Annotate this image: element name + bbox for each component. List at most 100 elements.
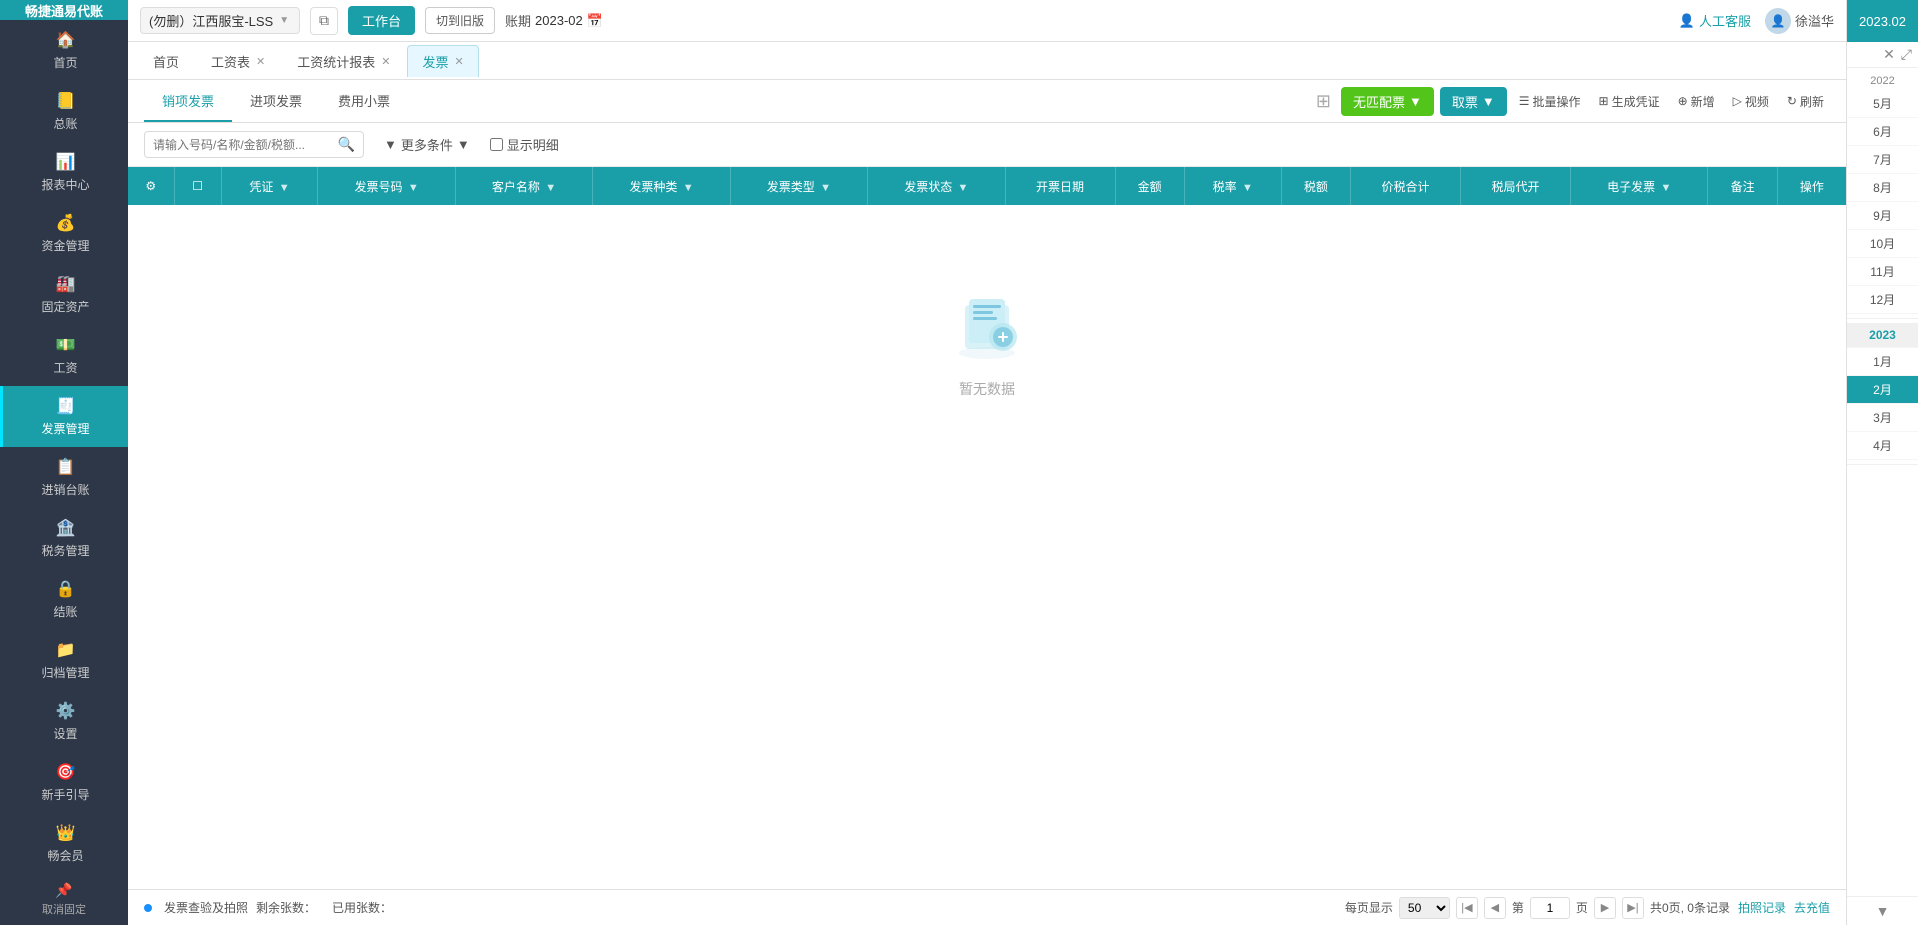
- reports-icon: 📊: [56, 152, 76, 172]
- workspace-button[interactable]: 工作台: [348, 6, 415, 35]
- photo-record-link[interactable]: 拍照记录: [1738, 899, 1786, 916]
- col-remark: 备注: [1708, 167, 1777, 205]
- close-tab-payroll-stats[interactable]: ✕: [381, 55, 390, 68]
- sidebar-item-payroll[interactable]: 💵 工资: [0, 325, 128, 386]
- col-invoice-no-filter[interactable]: ▼: [408, 182, 419, 194]
- month-2022-11[interactable]: 11月: [1847, 258, 1918, 286]
- first-page-button[interactable]: |◀: [1456, 897, 1478, 919]
- sub-tabs-toolbar-row: 销项发票 进项发票 费用小票 ⊞ 无匹配票 ▼ 取票 ▼ ☰ 批量操作: [128, 80, 1846, 123]
- calendar-icon: 📅: [587, 13, 603, 29]
- sidebar-item-settings[interactable]: ⚙️ 设置: [0, 691, 128, 752]
- sidebar-item-sales[interactable]: 📋 进销台账: [0, 447, 128, 508]
- month-2022-05[interactable]: 5月: [1847, 90, 1918, 118]
- prev-page-button[interactable]: ◀: [1484, 897, 1506, 919]
- maximize-panel-icon[interactable]: ⤢: [1901, 46, 1912, 63]
- user-profile[interactable]: 👤 徐溢华: [1765, 8, 1834, 34]
- copy-button[interactable]: ⧉: [310, 7, 338, 35]
- tab-payroll-stats[interactable]: 工资统计报表 ✕: [282, 45, 405, 77]
- col-tax-rate-filter[interactable]: ▼: [1242, 182, 1253, 194]
- page-size-select[interactable]: 50 10 20 100: [1399, 897, 1450, 919]
- sidebar-item-funds[interactable]: 💰 资金管理: [0, 203, 128, 264]
- col-voucher-filter[interactable]: ▼: [279, 182, 290, 194]
- close-tab-payroll[interactable]: ✕: [256, 55, 265, 68]
- recharge-link[interactable]: 去充值: [1794, 899, 1830, 916]
- sidebar-item-invoice[interactable]: 🧾 发票管理: [0, 386, 128, 447]
- date-panel-scroll-down[interactable]: ▼: [1847, 896, 1918, 925]
- app-logo: 畅捷通易代账: [0, 0, 128, 20]
- tab-payroll[interactable]: 工资表 ✕: [196, 45, 280, 77]
- refresh-button[interactable]: ↻ 刷新: [1781, 89, 1830, 114]
- gen-voucher-icon: ⊞: [1599, 94, 1609, 108]
- sidebar-item-home[interactable]: 🏠 首页: [0, 20, 128, 81]
- sidebar-item-ledger[interactable]: 📒 总账: [0, 81, 128, 142]
- assets-icon: 🏭: [56, 274, 76, 294]
- month-2022-06[interactable]: 6月: [1847, 118, 1918, 146]
- last-page-button[interactable]: ▶|: [1622, 897, 1644, 919]
- col-invoice-type-filter[interactable]: ▼: [683, 182, 694, 194]
- col-issue-date: 开票日期: [1005, 167, 1115, 205]
- close-panel-icon[interactable]: ✕: [1883, 46, 1895, 63]
- service-button[interactable]: 👤 人工客服: [1679, 11, 1751, 30]
- gen-voucher-button[interactable]: ⊞ 生成凭证: [1593, 89, 1666, 114]
- col-tax-bureau: 税局代开: [1461, 167, 1571, 205]
- year-2022-block: 2022 5月 6月 7月 8月 9月 10月 11月 12月: [1847, 68, 1918, 319]
- col-invoice-status-filter[interactable]: ▼: [958, 182, 969, 194]
- col-checkbox[interactable]: ☐: [174, 167, 221, 205]
- pin-button[interactable]: 📌 取消固定: [42, 882, 86, 917]
- sidebar-item-archive[interactable]: 📁 归档管理: [0, 630, 128, 691]
- no-match-button[interactable]: 无匹配票 ▼: [1341, 87, 1434, 116]
- sidebar-item-closing[interactable]: 🔒 结账: [0, 569, 128, 630]
- video-icon: ▷: [1733, 94, 1742, 108]
- month-2022-09[interactable]: 9月: [1847, 202, 1918, 230]
- grid-view-icon[interactable]: ⊞: [1316, 91, 1331, 112]
- company-selector[interactable]: (勿删）江西服宝-LSS ▼: [140, 7, 300, 34]
- month-2023-02[interactable]: 2月: [1847, 376, 1918, 404]
- more-filter-button[interactable]: ▼ 更多条件 ▼: [376, 131, 478, 158]
- col-operation: 操作: [1777, 167, 1846, 205]
- ledger-icon: 📒: [56, 91, 76, 111]
- month-2022-08[interactable]: 8月: [1847, 174, 1918, 202]
- take-ticket-button[interactable]: 取票 ▼: [1440, 87, 1507, 116]
- col-tax-amount: 税额: [1281, 167, 1350, 205]
- sidebar-item-guide[interactable]: 🎯 新手引导: [0, 752, 128, 813]
- close-tab-invoice[interactable]: ✕: [455, 55, 464, 68]
- year-2023-block: 2023 1月 2月 3月 4月: [1847, 319, 1918, 465]
- search-input[interactable]: [153, 138, 332, 152]
- month-2023-04[interactable]: 4月: [1847, 432, 1918, 460]
- video-button[interactable]: ▷ 视频: [1727, 89, 1775, 114]
- col-settings[interactable]: ⚙: [128, 167, 174, 205]
- show-detail-checkbox-input[interactable]: [490, 138, 503, 151]
- new-button[interactable]: ⊕ 新增: [1672, 89, 1721, 114]
- tab-invoice[interactable]: 发票 ✕: [407, 45, 478, 77]
- sidebar-item-reports[interactable]: 📊 报表中心: [0, 142, 128, 203]
- bottom-left: 发票查验及拍照 剩余张数： 已用张数：: [144, 899, 400, 916]
- sidebar-item-member[interactable]: 👑 畅会员: [0, 813, 128, 874]
- sub-tab-purchase-invoice[interactable]: 进项发票: [232, 81, 320, 122]
- page-number-input[interactable]: [1530, 897, 1570, 919]
- col-amount: 金额: [1115, 167, 1184, 205]
- filter-row: 🔍 ▼ 更多条件 ▼ 显示明细: [128, 123, 1846, 167]
- table-container: ⚙ ☐ 凭证 ▼ 发票号码 ▼ 客户名称 ▼ 发票种类 ▼ 发票类型 ▼ 发票状…: [128, 167, 1846, 889]
- refresh-icon: ↻: [1787, 94, 1797, 108]
- sidebar-item-tax[interactable]: 🏦 税务管理: [0, 508, 128, 569]
- month-2022-07[interactable]: 7月: [1847, 146, 1918, 174]
- col-customer-filter[interactable]: ▼: [545, 182, 556, 194]
- month-2023-03[interactable]: 3月: [1847, 404, 1918, 432]
- next-page-button[interactable]: ▶: [1594, 897, 1616, 919]
- search-icon[interactable]: 🔍: [338, 136, 355, 153]
- batch-ops-button[interactable]: ☰ 批量操作: [1513, 89, 1587, 114]
- sub-tab-expense-receipt[interactable]: 费用小票: [320, 81, 408, 122]
- main-content: (勿删）江西服宝-LSS ▼ ⧉ 工作台 切到旧版 账期 2023-02 📅 👤…: [128, 0, 1846, 925]
- month-2023-01[interactable]: 1月: [1847, 348, 1918, 376]
- bottom-right: 每页显示 50 10 20 100 |◀ ◀ 第 页 ▶ ▶| 共0页, 0条记…: [1345, 897, 1830, 919]
- month-2022-12[interactable]: 12月: [1847, 286, 1918, 314]
- switch-version-button[interactable]: 切到旧版: [425, 7, 495, 34]
- col-electronic-filter[interactable]: ▼: [1660, 182, 1671, 194]
- month-2022-10[interactable]: 10月: [1847, 230, 1918, 258]
- show-detail-checkbox[interactable]: 显示明细: [490, 135, 559, 154]
- date-panel-scroll[interactable]: 2022 5月 6月 7月 8月 9月 10月 11月 12月 2023 1月 …: [1847, 68, 1918, 896]
- tab-home[interactable]: 首页: [138, 45, 194, 77]
- sidebar-item-assets[interactable]: 🏭 固定资产: [0, 264, 128, 325]
- sub-tab-sales-invoice[interactable]: 销项发票: [144, 81, 232, 122]
- col-invoice-category-filter[interactable]: ▼: [820, 182, 831, 194]
